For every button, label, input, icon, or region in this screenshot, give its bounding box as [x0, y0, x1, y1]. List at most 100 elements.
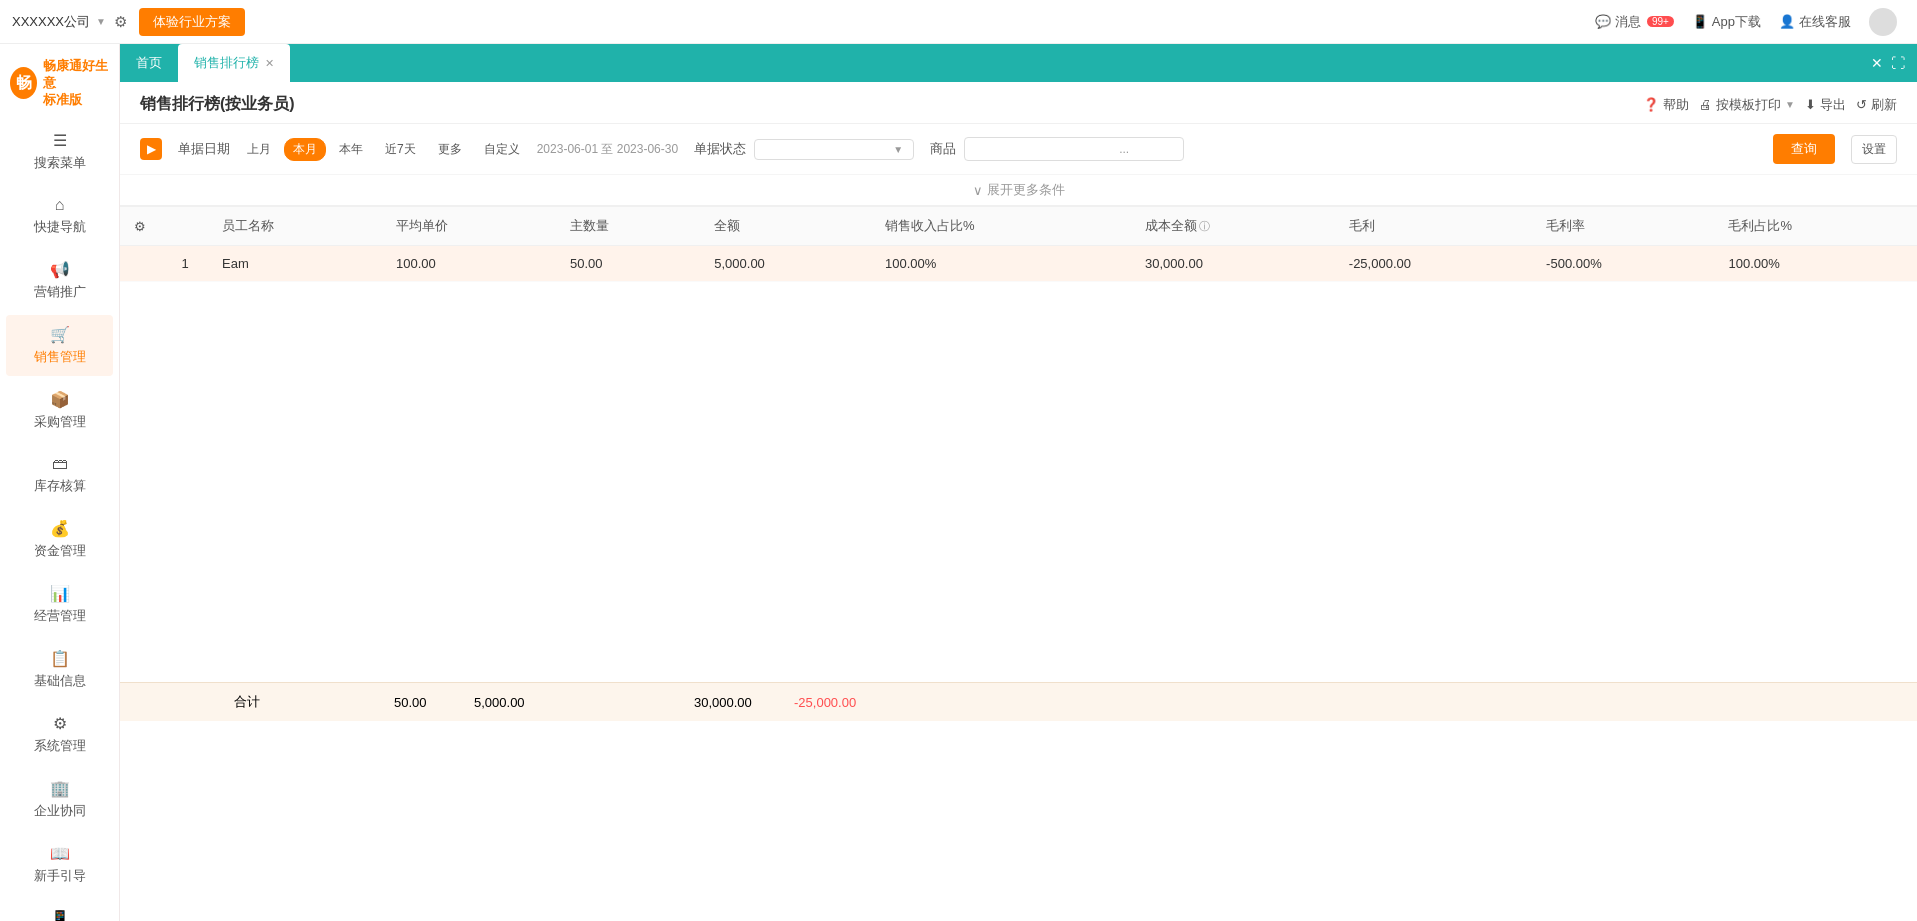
main-layout: 畅 畅康通好生意 标准版 ☰ 搜索菜单 ⌂ 快捷导航 📢 营销推广 🛒 销售管理…	[0, 44, 1917, 921]
company-name: XXXXXX公司	[12, 13, 90, 31]
refresh-button[interactable]: ↺ 刷新	[1856, 96, 1897, 114]
sidebar-item-label: 采购管理	[34, 413, 86, 431]
sidebar-item-guide[interactable]: 📖 新手引导	[6, 834, 113, 895]
print-icon: 🖨	[1699, 97, 1712, 112]
sidebar-item-search[interactable]: ☰ 搜索菜单	[6, 121, 113, 182]
table-header-row: ⚙ 员工名称 平均单价 主数量 全额 销售收入占比% 成本全额ⓘ 毛利	[120, 207, 1917, 246]
export-button[interactable]: ⬇ 导出	[1805, 96, 1846, 114]
date-last7[interactable]: 近7天	[376, 138, 425, 161]
date-cur-month[interactable]: 本月	[284, 138, 326, 161]
tab-sales-rank[interactable]: 销售排行榜 ✕	[178, 44, 290, 82]
template-print-button[interactable]: 🖨 按模板打印 ▼	[1699, 96, 1795, 114]
home-icon: ⌂	[55, 196, 65, 214]
export-icon: ⬇	[1805, 97, 1816, 112]
purchase-icon: 📦	[50, 390, 70, 409]
sidebar-item-label: 搜索菜单	[34, 154, 86, 172]
expand-more-button[interactable]: ∨ 展开更多条件	[973, 181, 1065, 199]
col-grossprofit-header: 毛利	[1337, 207, 1534, 246]
page-content: 销售排行榜(按业务员) ❓ 帮助 🖨 按模板打印 ▼ ⬇	[120, 82, 1917, 921]
sidebar: 畅 畅康通好生意 标准版 ☰ 搜索菜单 ⌂ 快捷导航 📢 营销推广 🛒 销售管理…	[0, 44, 120, 921]
date-prev-month[interactable]: 上月	[238, 138, 280, 161]
filter-bar: ▶ 单据日期 上月 本月 本年 近7天 更多 自定义 2023-06-01 至 …	[120, 124, 1917, 175]
query-button[interactable]: 查询	[1773, 134, 1835, 164]
help-button[interactable]: ❓ 帮助	[1643, 96, 1689, 114]
service-icon: 👤	[1779, 14, 1795, 29]
help-label: 帮助	[1663, 96, 1689, 114]
sidebar-item-operation[interactable]: 📊 经营管理	[6, 574, 113, 635]
finance-icon: 💰	[50, 519, 70, 538]
sidebar-item-label: 企业协同	[34, 802, 86, 820]
col-costamount-header: 成本全额ⓘ	[1133, 207, 1337, 246]
sidebar-item-label: 基础信息	[34, 672, 86, 690]
row-name-cell: Eam	[210, 246, 384, 282]
date-cur-year[interactable]: 本年	[330, 138, 372, 161]
footer-label-cell: 合计	[222, 693, 302, 711]
date-shortcuts: 上月 本月 本年 近7天 更多 自定义	[238, 138, 529, 161]
tab-expand-btn[interactable]: ⛶	[1891, 55, 1905, 71]
date-range-display: 2023-06-01 至 2023-06-30	[537, 141, 678, 158]
goods-input[interactable]: ...	[964, 137, 1184, 161]
company-gear-icon[interactable]: ⚙	[114, 13, 127, 31]
settings-button[interactable]: 设置	[1851, 135, 1897, 164]
expand-label: 展开更多条件	[987, 181, 1065, 199]
sidebar-item-label: 资金管理	[34, 542, 86, 560]
company-selector[interactable]: XXXXXX公司 ▼	[12, 13, 106, 31]
sidebar-item-enterprise[interactable]: 🏢 企业协同	[6, 769, 113, 830]
footer-grossprofit-cell: -25,000.00	[782, 695, 882, 710]
page-title: 销售排行榜(按业务员)	[140, 94, 295, 115]
col-qty-header: 主数量	[558, 207, 702, 246]
refresh-icon: ↺	[1856, 97, 1867, 112]
appcenter-icon: 📱	[50, 909, 70, 921]
sidebar-item-label: 库存核算	[34, 477, 86, 495]
col-grossrate-header: 毛利率	[1534, 207, 1716, 246]
table-footer: 合计 50.00 5,000.00 30,000.00 -25,000.00	[120, 682, 1917, 721]
sidebar-item-finance[interactable]: 💰 资金管理	[6, 509, 113, 570]
tab-home-label: 首页	[136, 54, 162, 72]
date-more[interactable]: 更多	[429, 138, 471, 161]
sidebar-item-label: 营销推广	[34, 283, 86, 301]
message-icon: 💬	[1595, 14, 1611, 29]
toggle-filter-arrow[interactable]: ▶	[140, 138, 162, 160]
table-body: 1 Eam 100.00 50.00 5,000.00 100.00% 30,0…	[120, 246, 1917, 282]
sales-icon: 🛒	[50, 325, 70, 344]
tab-close-icon[interactable]: ✕	[265, 57, 274, 70]
tab-close-btn[interactable]: ✕	[1871, 55, 1883, 71]
col-settings-header[interactable]: ⚙	[120, 207, 160, 246]
sidebar-item-basic[interactable]: 📋 基础信息	[6, 639, 113, 700]
print-dropdown-arrow: ▼	[1785, 99, 1795, 110]
col-avgprice-header: 平均单价	[384, 207, 558, 246]
page-header: 销售排行榜(按业务员) ❓ 帮助 🖨 按模板打印 ▼ ⬇	[120, 82, 1917, 124]
sidebar-item-marketing[interactable]: 📢 营销推广	[6, 250, 113, 311]
top-header: XXXXXX公司 ▼ ⚙ 体验行业方案 💬 消息 99+ 📱 App下载 👤 在…	[0, 0, 1917, 44]
sidebar-item-label: 经营管理	[34, 607, 86, 625]
col-name-header: 员工名称	[210, 207, 384, 246]
sidebar-item-appcenter[interactable]: 📱 应用中心	[6, 899, 113, 921]
more-btn[interactable]: ...	[1119, 142, 1129, 156]
marketing-icon: 📢	[50, 260, 70, 279]
company-dropdown-arrow: ▼	[96, 16, 106, 27]
sidebar-item-system[interactable]: ⚙ 系统管理	[6, 704, 113, 765]
tab-sales-rank-label: 销售排行榜	[194, 54, 259, 72]
message-item[interactable]: 💬 消息 99+	[1595, 13, 1674, 31]
inventory-icon: 🗃	[52, 455, 68, 473]
avatar-area[interactable]	[1869, 8, 1905, 36]
sidebar-item-label: 系统管理	[34, 737, 86, 755]
sidebar-item-shortcut[interactable]: ⌂ 快捷导航	[6, 186, 113, 246]
app-icon: 📱	[1692, 14, 1708, 29]
online-service-item[interactable]: 👤 在线客服	[1779, 13, 1851, 31]
template-print-label: 按模板打印	[1716, 96, 1781, 114]
app-download-item[interactable]: 📱 App下载	[1692, 13, 1761, 31]
date-custom[interactable]: 自定义	[475, 138, 529, 161]
trial-button[interactable]: 体验行业方案	[139, 8, 245, 36]
footer-qty-cell: 50.00	[382, 695, 462, 710]
footer-amount-cell: 5,000.00	[462, 695, 562, 710]
sidebar-item-inventory[interactable]: 🗃 库存核算	[6, 445, 113, 505]
status-select[interactable]: ▼	[754, 139, 914, 160]
cost-info-icon[interactable]: ⓘ	[1199, 220, 1210, 232]
help-icon: ❓	[1643, 97, 1659, 112]
row-grosspct-cell: 100.00%	[1716, 246, 1917, 282]
sidebar-item-purchase[interactable]: 📦 采购管理	[6, 380, 113, 441]
date-filter: 单据日期 上月 本月 本年 近7天 更多 自定义 2023-06-01 至 20…	[178, 138, 678, 161]
tab-home[interactable]: 首页	[120, 44, 178, 82]
sidebar-item-sales[interactable]: 🛒 销售管理	[6, 315, 113, 376]
